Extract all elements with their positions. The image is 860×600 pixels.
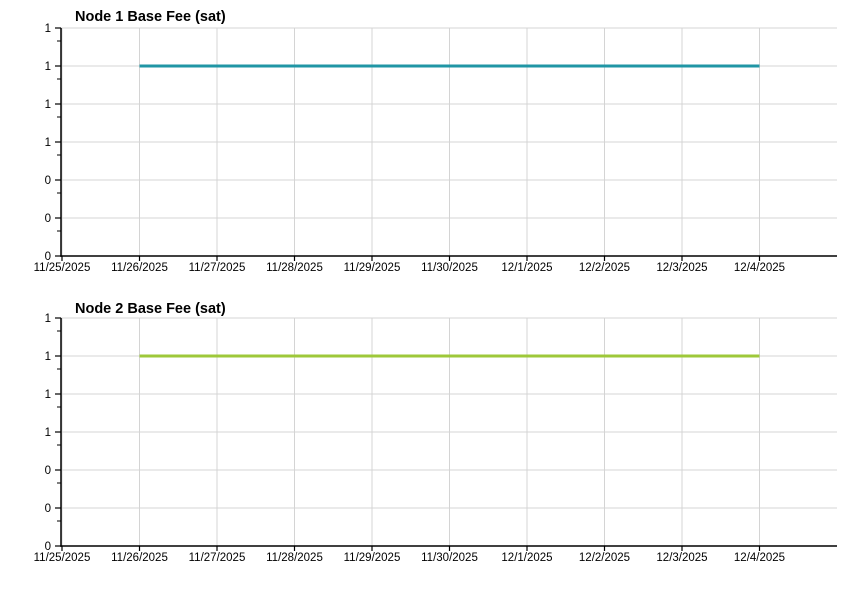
y-tick-label: 1 xyxy=(45,351,51,363)
x-tick-label: 11/25/2025 xyxy=(34,552,91,564)
x-tick-label: 11/28/2025 xyxy=(266,552,323,564)
chart-title: Node 1 Base Fee (sat) xyxy=(75,9,226,25)
plot-area: 111100011/25/2025 11/26/2025 11/27/2025 11/… xyxy=(34,313,837,564)
y-tick-label: 0 xyxy=(45,503,51,515)
chart-title: Node 2 Base Fee (sat) xyxy=(75,301,226,317)
x-tick-label: 12/2/2025 xyxy=(579,552,630,564)
x-tick-label: 11/26/2025 xyxy=(111,552,168,564)
x-tick-label: 12/4/2025 xyxy=(734,262,785,274)
y-tick-label: 0 xyxy=(45,465,51,477)
x-tick-label: 12/2/2025 xyxy=(579,262,630,274)
x-tick-label: 11/29/2025 xyxy=(344,262,401,274)
y-tick-label: 1 xyxy=(45,313,51,325)
y-tick-label: 1 xyxy=(45,61,51,73)
node-2-base-fee-chart: Node 2 Base Fee (sat) 1 1 1 1 0 0 0 11/25/2025 1… xyxy=(0,290,860,580)
x-tick-label: 11/30/2025 xyxy=(421,552,478,564)
y-tick-label: 1 xyxy=(45,23,51,35)
node-1-chart-canvas: Node 1 Base Fee (sat) 111100011/25/2025 1… xyxy=(34,9,837,274)
x-tick-label: 12/1/2025 xyxy=(501,262,552,274)
y-tick-label: 1 xyxy=(45,427,51,439)
node-2-chart-canvas: Node 2 Base Fee (sat) 111100011/25/2025 1… xyxy=(34,301,837,564)
y-tick-label: 1 xyxy=(45,99,51,111)
base-fee-dashboard: Node 1 Base Fee (sat) 1 1 1 1 0 0 0 11/25/2025 1… xyxy=(0,0,860,600)
plot-area: 111100011/25/2025 11/26/2025 11/27/2025 11/… xyxy=(34,23,837,274)
y-tick-label: 0 xyxy=(45,175,51,187)
x-tick-label: 12/3/2025 xyxy=(656,552,707,564)
x-tick-label: 12/3/2025 xyxy=(656,262,707,274)
y-tick-label: 1 xyxy=(45,389,51,401)
x-tick-label: 11/28/2025 xyxy=(266,262,323,274)
x-tick-label: 11/30/2025 xyxy=(421,262,478,274)
x-tick-label: 11/27/2025 xyxy=(189,262,246,274)
x-tick-label: 11/25/2025 xyxy=(34,262,91,274)
x-tick-label: 11/26/2025 xyxy=(111,262,168,274)
y-tick-label: 1 xyxy=(45,137,51,149)
y-tick-label: 0 xyxy=(45,213,51,225)
x-tick-label: 12/1/2025 xyxy=(501,552,552,564)
x-tick-label: 11/27/2025 xyxy=(189,552,246,564)
node-1-base-fee-chart: Node 1 Base Fee (sat) 1 1 1 1 0 0 0 11/25/2025 1… xyxy=(0,0,860,290)
x-tick-label: 11/29/2025 xyxy=(344,552,401,564)
x-tick-label: 12/4/2025 xyxy=(734,552,785,564)
